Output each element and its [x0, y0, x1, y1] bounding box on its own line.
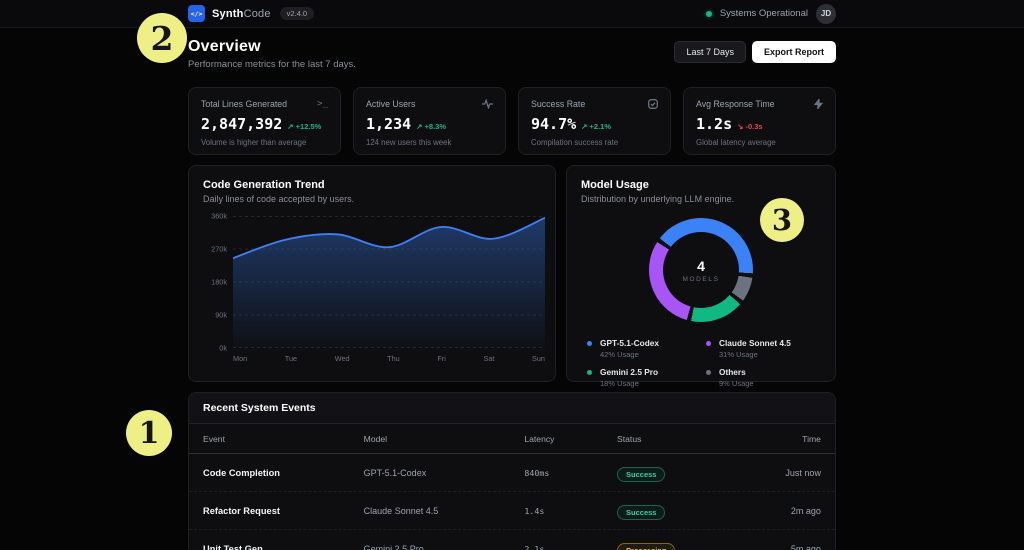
metric-value: 2,847,392: [201, 115, 283, 133]
legend-item: GPT-5.1-Codex 42% Usage: [587, 338, 696, 359]
charts-row: Code Generation Trend Daily lines of cod…: [188, 165, 836, 388]
page-title: Overview: [188, 38, 261, 55]
col-event: Event: [203, 433, 225, 444]
system-status-text: Systems Operational: [719, 8, 808, 19]
model-cell: Gemini 2.5 Pro: [363, 543, 424, 550]
metric-card-active-users: Active Users 1,234 ↗ +8.3% 124 new users…: [353, 87, 506, 155]
legend-dot: [587, 370, 592, 375]
legend-dot: [706, 341, 711, 346]
event-cell: Refactor Request: [203, 505, 280, 516]
metric-trend: ↘ -0.3s: [737, 122, 763, 131]
legend-dot: [587, 341, 592, 346]
event-cell: Unit Test Gen: [203, 543, 263, 550]
status-badge: Success: [617, 466, 666, 482]
legend-usage: 18% Usage: [600, 379, 639, 388]
metric-value: 94.7%: [531, 115, 577, 133]
metric-value: 1.2s: [696, 115, 733, 133]
model-usage-card: Model Usage Distribution by underlying L…: [566, 165, 836, 388]
events-title: Recent System Events: [189, 393, 835, 424]
code-generation-trend-card: Code Generation Trend Daily lines of cod…: [188, 165, 556, 382]
metric-card-total-lines: Total Lines Generated >_ 2,847,392 ↗ +12…: [188, 87, 341, 155]
latency-cell: 2.1s: [524, 543, 545, 550]
user-avatar[interactable]: JD: [816, 3, 836, 24]
metric-cards-row: Total Lines Generated >_ 2,847,392 ↗ +12…: [188, 87, 836, 155]
legend-name: Claude Sonnet 4.5: [719, 338, 791, 348]
legend-usage: 31% Usage: [719, 350, 758, 359]
metric-trend: ↗ +8.3%: [416, 122, 446, 131]
app-logo-icon: </>: [188, 5, 205, 22]
metric-subtitle: Volume is higher than average: [201, 138, 307, 147]
brand-name: SynthCode: [212, 8, 271, 20]
zap-icon: [814, 99, 823, 109]
metric-card-response-time: Avg Response Time 1.2s ↘ -0.3s Global la…: [683, 87, 836, 155]
metric-trend: ↗ +12.5%: [287, 122, 322, 131]
brand-secondary: Code: [243, 7, 271, 20]
legend-name: Others: [719, 367, 746, 377]
system-status-dot: [705, 10, 712, 17]
page-subtitle: Performance metrics for the last 7 days.: [188, 59, 356, 70]
time-cell: 5m ago: [790, 543, 821, 550]
donut-legend: GPT-5.1-Codex 42% Usage Claude Sonnet 4.…: [581, 338, 821, 388]
chart-title: Model Usage: [581, 179, 649, 191]
legend-usage: 9% Usage: [719, 379, 754, 388]
check-badge-icon: [648, 99, 658, 109]
table-row: Unit Test Gen Gemini 2.5 Pro 2.1s Proces…: [189, 530, 835, 550]
status-badge: Processing: [617, 542, 676, 550]
donut-center-label: MODELS: [682, 275, 720, 283]
metric-label: Active Users: [366, 99, 416, 109]
recent-events-card: Recent System Events Event Model Latency…: [188, 392, 836, 550]
legend-item: Claude Sonnet 4.5 31% Usage: [706, 338, 815, 359]
annotation-circle-1: 1: [126, 410, 172, 456]
legend-dot: [706, 370, 711, 375]
latency-cell: 1.4s: [524, 505, 545, 516]
legend-item: Others 9% Usage: [706, 367, 815, 388]
metric-subtitle: 124 new users this week: [366, 138, 452, 147]
metric-value: 1,234: [366, 115, 412, 133]
metric-label: Avg Response Time: [696, 99, 775, 109]
date-range-button[interactable]: Last 7 Days: [674, 41, 746, 63]
donut-center: 4 MODELS: [663, 232, 739, 308]
col-status: Status: [617, 433, 642, 444]
annotation-circle-3: 3: [760, 198, 804, 242]
status-badge: Success: [617, 504, 666, 520]
page-header: Overview Performance metrics for the las…: [188, 38, 836, 70]
metric-trend: ↗ +2.1%: [581, 122, 611, 131]
annotation-circle-2: 2: [137, 13, 187, 63]
terminal-icon: >_: [317, 99, 328, 109]
event-cell: Code Completion: [203, 467, 280, 478]
model-cell: Claude Sonnet 4.5: [363, 505, 439, 516]
metric-label: Total Lines Generated: [201, 99, 288, 109]
metric-subtitle: Compilation success rate: [531, 138, 619, 147]
col-time: Time: [802, 433, 821, 444]
area-chart: [233, 216, 545, 348]
col-latency: Latency: [524, 433, 555, 444]
time-cell: Just now: [785, 467, 821, 478]
legend-name: Gemini 2.5 Pro: [600, 367, 659, 377]
latency-cell: 840ms: [524, 467, 550, 478]
metric-subtitle: Global latency average: [696, 138, 776, 147]
table-row: Refactor Request Claude Sonnet 4.5 1.4s …: [189, 492, 835, 530]
legend-name: GPT-5.1-Codex: [600, 338, 660, 348]
model-cell: GPT-5.1-Codex: [363, 467, 427, 478]
legend-usage: 42% Usage: [600, 350, 639, 359]
time-cell: 2m ago: [790, 505, 821, 516]
brand-primary: Synth: [212, 7, 244, 20]
chart-title: Code Generation Trend: [203, 179, 325, 191]
events-table-header: Event Model Latency Status Time: [189, 424, 835, 454]
legend-item: Gemini 2.5 Pro 18% Usage: [587, 367, 696, 388]
export-report-button[interactable]: Export Report: [751, 41, 836, 63]
version-badge: v2.4.0: [279, 7, 315, 20]
activity-icon: [482, 99, 493, 109]
chart-subtitle: Daily lines of code accepted by users.: [203, 194, 355, 204]
y-axis-ticks: 360k 270k 180k 90k 0k: [211, 211, 227, 353]
table-row: Code Completion GPT-5.1-Codex 840ms Succ…: [189, 454, 835, 492]
col-model: Model: [363, 433, 388, 444]
metric-card-success-rate: Success Rate 94.7% ↗ +2.1% Compilation s…: [518, 87, 671, 155]
metric-label: Success Rate: [531, 99, 586, 109]
x-axis-labels: Mon Tue Wed Thu Fri Sat Sun: [233, 354, 545, 363]
donut-center-value: 4: [697, 257, 705, 274]
donut-chart: 4 MODELS: [649, 218, 753, 322]
